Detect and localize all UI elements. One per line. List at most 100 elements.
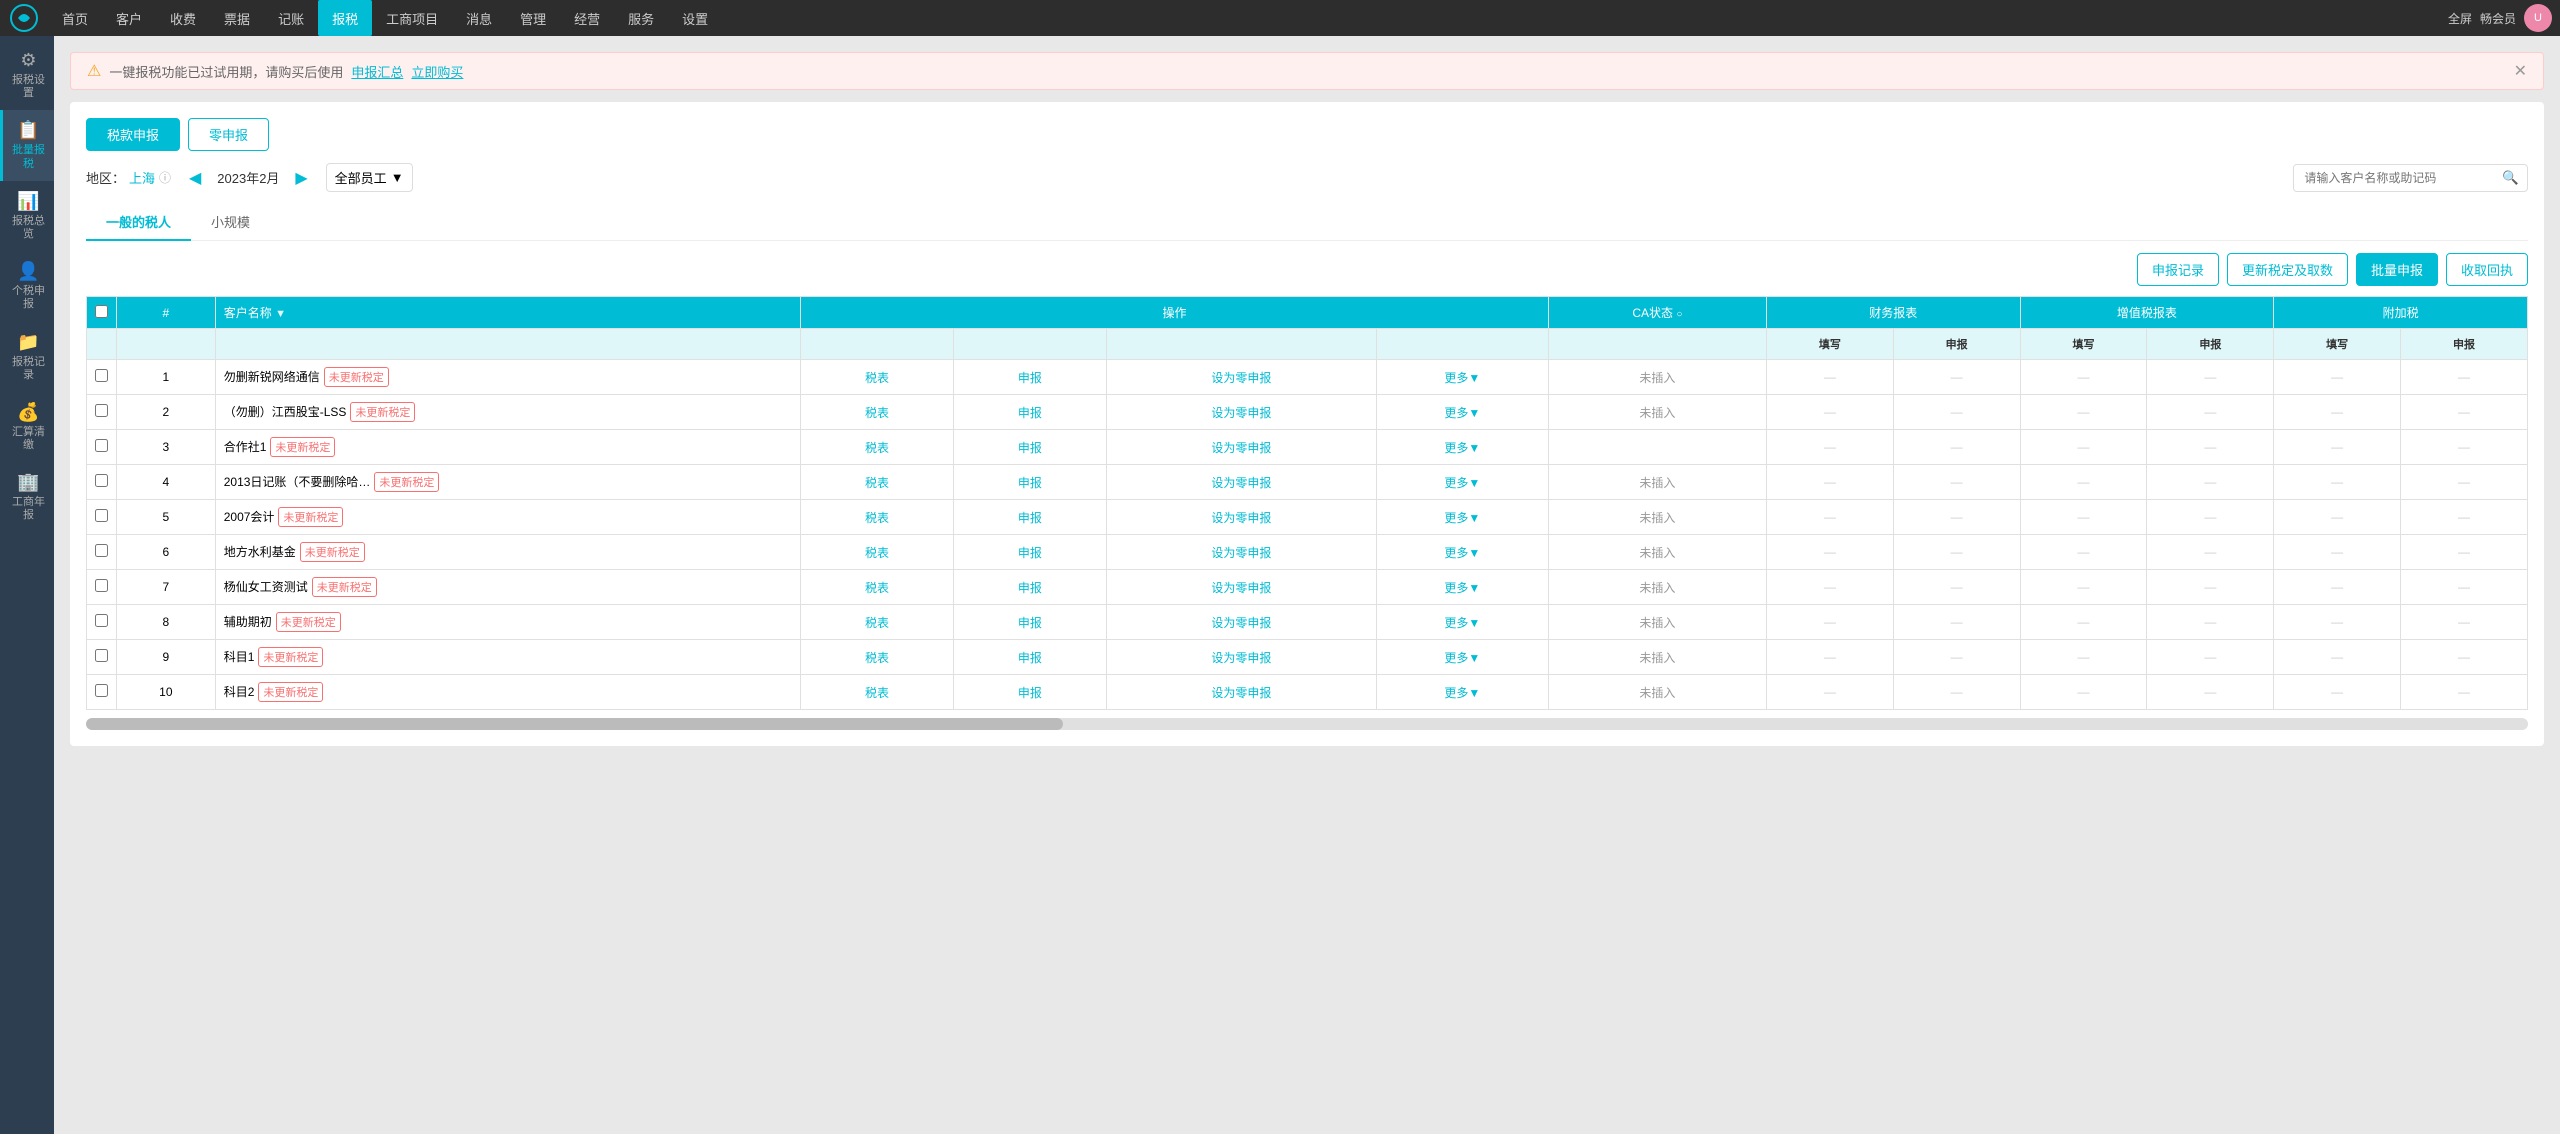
user-avatar[interactable]: U — [2524, 4, 2552, 32]
row-op-tax[interactable]: 税表 — [801, 500, 954, 535]
row-op-tax[interactable]: 税表 — [801, 675, 954, 710]
search-input[interactable] — [2294, 166, 2494, 190]
row-op-more[interactable]: 更多▼ — [1376, 465, 1548, 500]
row-fin-declare: — — [1893, 500, 2020, 535]
row-op-zero[interactable]: 设为零申报 — [1106, 535, 1376, 570]
date-next-btn[interactable]: ▶ — [289, 166, 313, 190]
search-button[interactable]: 🔍 — [2494, 165, 2527, 191]
row-op-declare[interactable]: 申报 — [953, 605, 1106, 640]
notice-link2[interactable]: 立即购买 — [411, 62, 463, 81]
sidebar-item-报税记录[interactable]: 📁报税记录 — [0, 322, 54, 392]
receive-receipt-btn[interactable]: 收取回执 — [2446, 253, 2528, 286]
row-checkbox-7[interactable] — [95, 614, 108, 627]
row-checkbox-8[interactable] — [95, 649, 108, 662]
nav-item-工商项目[interactable]: 工商项目 — [372, 0, 452, 36]
declare-record-btn[interactable]: 申报记录 — [2137, 253, 2219, 286]
sub-tab-general[interactable]: 一般的税人 — [86, 204, 191, 241]
horizontal-scrollbar[interactable] — [86, 718, 2528, 730]
filters-row: 地区： 上海 ⓘ ◀ 2023年2月 ▶ 全部员工 ▼ 🔍 — [86, 163, 2528, 192]
notice-close-btn[interactable]: ✕ — [2514, 61, 2527, 81]
row-op-zero[interactable]: 设为零申报 — [1106, 605, 1376, 640]
sidebar-item-报税设置[interactable]: ⚙报税设置 — [0, 40, 54, 110]
row-op-zero[interactable]: 设为零申报 — [1106, 395, 1376, 430]
row-op-more[interactable]: 更多▼ — [1376, 500, 1548, 535]
sub-tab-small[interactable]: 小规模 — [191, 204, 270, 241]
row-op-tax[interactable]: 税表 — [801, 430, 954, 465]
row-op-declare[interactable]: 申报 — [953, 675, 1106, 710]
row-client-name: 辅助期初未更新税定 — [215, 605, 800, 640]
row-op-tax[interactable]: 税表 — [801, 605, 954, 640]
row-op-more[interactable]: 更多▼ — [1376, 395, 1548, 430]
sidebar-item-报税总览[interactable]: 📊报税总览 — [0, 181, 54, 251]
row-op-more[interactable]: 更多▼ — [1376, 570, 1548, 605]
row-op-zero[interactable]: 设为零申报 — [1106, 500, 1376, 535]
row-op-tax[interactable]: 税表 — [801, 360, 954, 395]
row-checkbox-5[interactable] — [95, 544, 108, 557]
row-op-more[interactable]: 更多▼ — [1376, 430, 1548, 465]
row-op-declare[interactable]: 申报 — [953, 395, 1106, 430]
nav-item-服务[interactable]: 服务 — [614, 0, 668, 36]
batch-declare-btn[interactable]: 批量申报 — [2356, 253, 2438, 286]
row-op-declare[interactable]: 申报 — [953, 570, 1106, 605]
row-op-more[interactable]: 更多▼ — [1376, 360, 1548, 395]
date-prev-btn[interactable]: ◀ — [183, 166, 207, 190]
row-op-tax[interactable]: 税表 — [801, 535, 954, 570]
row-op-zero[interactable]: 设为零申报 — [1106, 430, 1376, 465]
row-checkbox-9[interactable] — [95, 684, 108, 697]
sidebar-icon: 👤 — [17, 261, 39, 282]
row-op-tax[interactable]: 税表 — [801, 640, 954, 675]
row-op-declare[interactable]: 申报 — [953, 500, 1106, 535]
row-op-tax[interactable]: 税表 — [801, 465, 954, 500]
row-op-more[interactable]: 更多▼ — [1376, 640, 1548, 675]
nav-item-消息[interactable]: 消息 — [452, 0, 506, 36]
sidebar-item-汇算清缴[interactable]: 💰汇算清缴 — [0, 392, 54, 462]
row-checkbox-1[interactable] — [95, 404, 108, 417]
row-op-tax[interactable]: 税表 — [801, 395, 954, 430]
nav-item-收费[interactable]: 收费 — [156, 0, 210, 36]
sidebar-item-工商年报[interactable]: 🏢工商年报 — [0, 462, 54, 532]
upgrade-btn[interactable]: 畅会员 — [2480, 10, 2516, 27]
row-op-tax[interactable]: 税表 — [801, 570, 954, 605]
nav-item-经营[interactable]: 经营 — [560, 0, 614, 36]
row-op-declare[interactable]: 申报 — [953, 360, 1106, 395]
row-client-name: 合作社1未更新税定 — [215, 430, 800, 465]
row-op-more[interactable]: 更多▼ — [1376, 675, 1548, 710]
dept-select[interactable]: 全部员工 ▼ — [326, 163, 413, 192]
nav-item-记账[interactable]: 记账 — [264, 0, 318, 36]
row-checkbox-0[interactable] — [95, 369, 108, 382]
row-checkbox-3[interactable] — [95, 474, 108, 487]
region-value: 上海 — [129, 168, 155, 187]
nav-item-客户[interactable]: 客户 — [102, 0, 156, 36]
sidebar-icon: 📁 — [17, 332, 39, 353]
nav-item-报税[interactable]: 报税 — [318, 0, 372, 36]
row-op-zero[interactable]: 设为零申报 — [1106, 570, 1376, 605]
row-op-declare[interactable]: 申报 — [953, 430, 1106, 465]
th2-op4 — [1376, 329, 1548, 360]
update-tax-btn[interactable]: 更新税定及取数 — [2227, 253, 2348, 286]
row-vat-fill: — — [2020, 675, 2147, 710]
row-op-more[interactable]: 更多▼ — [1376, 605, 1548, 640]
sidebar-item-个税申报[interactable]: 👤个税申报 — [0, 251, 54, 321]
row-checkbox-4[interactable] — [95, 509, 108, 522]
nav-item-首页[interactable]: 首页 — [48, 0, 102, 36]
select-all-checkbox[interactable] — [95, 305, 108, 318]
tab-zero-declare[interactable]: 零申报 — [188, 118, 269, 151]
row-op-declare[interactable]: 申报 — [953, 535, 1106, 570]
notice-link1[interactable]: 申报汇总 — [351, 62, 403, 81]
row-op-zero[interactable]: 设为零申报 — [1106, 360, 1376, 395]
sidebar-item-批量报税[interactable]: 📋批量报税 — [0, 110, 54, 180]
nav-item-设置[interactable]: 设置 — [668, 0, 722, 36]
row-op-zero[interactable]: 设为零申报 — [1106, 640, 1376, 675]
tab-tax-declare[interactable]: 税款申报 — [86, 118, 180, 151]
row-checkbox-6[interactable] — [95, 579, 108, 592]
row-no: 10 — [117, 675, 216, 710]
nav-item-票据[interactable]: 票据 — [210, 0, 264, 36]
row-op-zero[interactable]: 设为零申报 — [1106, 675, 1376, 710]
row-op-more[interactable]: 更多▼ — [1376, 535, 1548, 570]
fullscreen-btn[interactable]: 全屏 — [2448, 10, 2472, 27]
row-op-declare[interactable]: 申报 — [953, 465, 1106, 500]
row-op-zero[interactable]: 设为零申报 — [1106, 465, 1376, 500]
row-checkbox-2[interactable] — [95, 439, 108, 452]
row-op-declare[interactable]: 申报 — [953, 640, 1106, 675]
nav-item-管理[interactable]: 管理 — [506, 0, 560, 36]
